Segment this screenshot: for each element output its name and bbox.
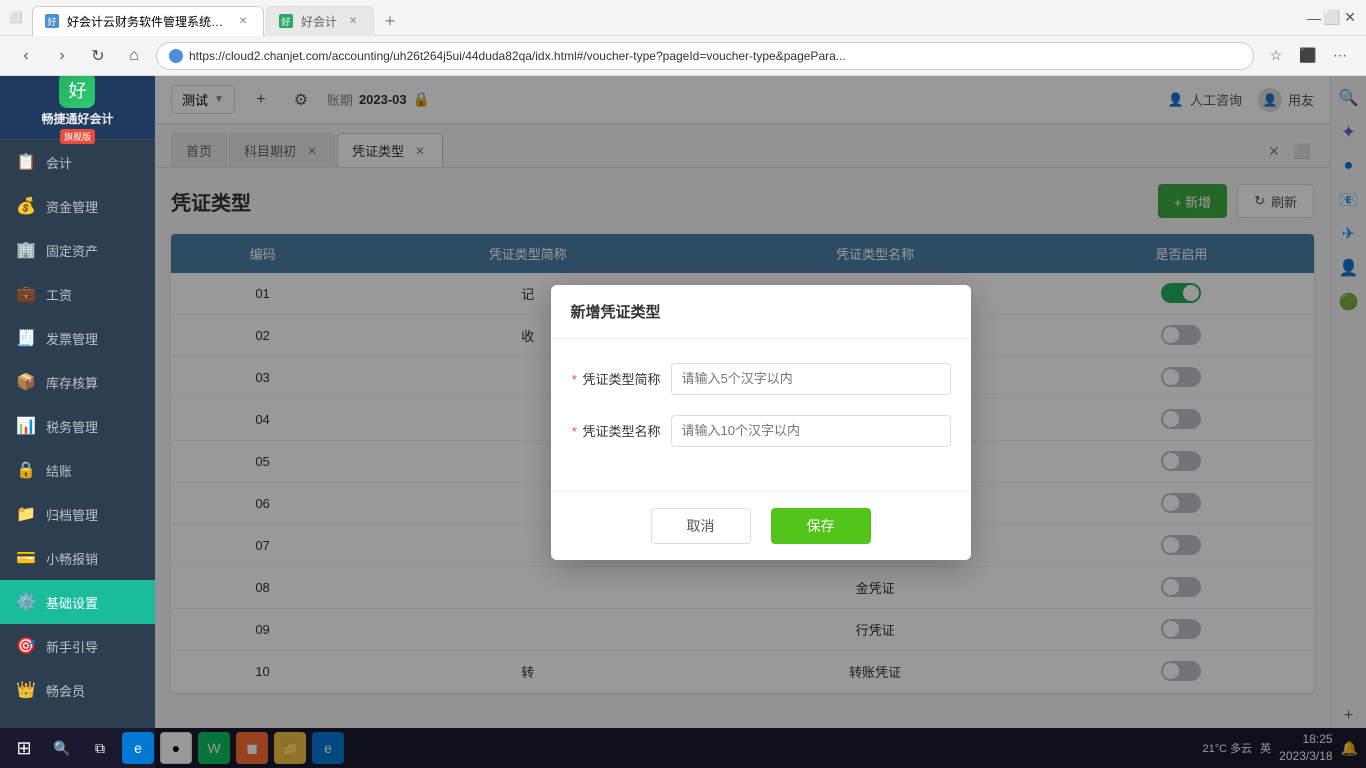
sidebar-item-accounting-label: 会计	[46, 153, 72, 172]
sidebar: 好 畅捷通好会计 旗舰版 📋 会计 💰 资金管理 🏢 固定资产 💼 工资	[0, 76, 155, 768]
address-bar-actions: ☆ ⬛ ⋯	[1262, 42, 1354, 70]
window-controls: — ⬜ ✕	[1306, 10, 1358, 26]
modal-title: 新增凭证类型	[571, 304, 661, 321]
url-text: https://cloud2.chanjet.com/accounting/uh…	[189, 49, 846, 63]
sidebar-item-member-label: 畅会员	[46, 681, 85, 700]
home-nav-button[interactable]: ⌂	[120, 42, 148, 70]
start-button[interactable]: ⊞	[8, 732, 40, 764]
sidebar-item-tax-label: 税务管理	[46, 417, 98, 436]
search-taskbar-btn[interactable]: 🔍	[46, 732, 78, 764]
sidebar-item-expense[interactable]: 💳 小畅报销	[0, 536, 155, 580]
extensions-btn[interactable]: ⬛	[1294, 42, 1322, 70]
sidebar-item-archive-label: 归档管理	[46, 505, 98, 524]
tax-icon: 📊	[16, 416, 36, 436]
archive-icon: 📁	[16, 504, 36, 524]
sidebar-item-fixed-assets-label: 固定资产	[46, 241, 98, 260]
sidebar-item-tax[interactable]: 📊 税务管理	[0, 404, 155, 448]
sidebar-logo: 好 畅捷通好会计 旗舰版	[0, 76, 155, 140]
tab2-close[interactable]: ✕	[345, 13, 361, 29]
tab2-favicon: 好	[279, 14, 293, 28]
invoice-icon: 🧾	[16, 328, 36, 348]
browser-tab-1[interactable]: 好 好会计云财务软件管理系统_会计 ✕	[32, 6, 264, 36]
sidebar-item-funds[interactable]: 💰 资金管理	[0, 184, 155, 228]
form-row-short: * 凭证类型简称	[571, 363, 951, 395]
sidebar-item-settings[interactable]: ⚙️ 基础设置	[0, 580, 155, 624]
sidebar-item-guide-label: 新手引导	[46, 637, 98, 656]
form-label-short: * 凭证类型简称	[571, 369, 661, 388]
sidebar-item-member[interactable]: 👑 畅会员	[0, 668, 155, 712]
modal-body: * 凭证类型简称 * 凭证类型名称	[551, 339, 971, 491]
modal-header: 新增凭证类型	[551, 285, 971, 339]
browser-tab-2[interactable]: 好 好会计 ✕	[266, 6, 374, 36]
browser-controls: ⬜	[8, 10, 24, 26]
sidebar-item-expense-label: 小畅报销	[46, 549, 98, 568]
sidebar-item-guide[interactable]: 🎯 新手引导	[0, 624, 155, 668]
modal-footer: 取消 保存	[551, 491, 971, 560]
form-input-name[interactable]	[671, 415, 951, 447]
sidebar-item-payroll-label: 工资	[46, 285, 72, 304]
expense-icon: 💳	[16, 548, 36, 568]
window-minimize[interactable]: —	[1306, 10, 1322, 26]
sidebar-item-archive[interactable]: 📁 归档管理	[0, 492, 155, 536]
window-close[interactable]: ✕	[1342, 10, 1358, 26]
window-restore[interactable]: ⬜	[1324, 10, 1340, 26]
tab1-favicon: 好	[45, 14, 59, 28]
sidebar-item-payroll[interactable]: 💼 工资	[0, 272, 155, 316]
modal-dialog: 新增凭证类型 * 凭证类型简称 * 凭证类型名称 取消 保存	[551, 285, 971, 560]
tab2-label: 好会计	[301, 13, 337, 30]
browser-titlebar: ⬜ 好 好会计云财务软件管理系统_会计 ✕ 好 好会计 ✕ + — ⬜ ✕	[0, 0, 1366, 36]
back-button[interactable]: ‹	[12, 42, 40, 70]
sidebar-item-accounting[interactable]: 📋 会计	[0, 140, 155, 184]
required-icon-name: *	[572, 424, 577, 439]
form-input-short[interactable]	[671, 363, 951, 395]
taskbar-edge[interactable]: e	[122, 732, 154, 764]
new-tab-button[interactable]: +	[376, 8, 404, 36]
minimize-button[interactable]: ⬜	[8, 10, 24, 26]
required-icon-short: *	[572, 372, 577, 387]
refresh-nav-button[interactable]: ↻	[84, 42, 112, 70]
sidebar-item-inventory[interactable]: 📦 库存核算	[0, 360, 155, 404]
sidebar-item-invoice-label: 发票管理	[46, 329, 98, 348]
logo-box: 好 畅捷通好会计 旗舰版	[41, 76, 113, 144]
inventory-icon: 📦	[16, 372, 36, 392]
bookmark-btn[interactable]: ☆	[1262, 42, 1290, 70]
tab1-close[interactable]: ✕	[235, 13, 251, 29]
save-button[interactable]: 保存	[771, 508, 871, 544]
sidebar-item-funds-label: 资金管理	[46, 197, 98, 216]
logo-text: 畅捷通好会计	[41, 110, 113, 127]
more-btn[interactable]: ⋯	[1326, 42, 1354, 70]
address-bar: ‹ › ↻ ⌂ https://cloud2.chanjet.com/accou…	[0, 36, 1366, 76]
sidebar-item-settings-label: 基础设置	[46, 593, 98, 612]
sidebar-item-inventory-label: 库存核算	[46, 373, 98, 392]
guide-icon: 🎯	[16, 636, 36, 656]
ssl-icon	[169, 49, 183, 63]
sidebar-item-fixed-assets[interactable]: 🏢 固定资产	[0, 228, 155, 272]
url-bar[interactable]: https://cloud2.chanjet.com/accounting/uh…	[156, 42, 1254, 70]
tab-bar: 好 好会计云财务软件管理系统_会计 ✕ 好 好会计 ✕ +	[32, 0, 1298, 36]
sidebar-scroll: 📋 会计 💰 资金管理 🏢 固定资产 💼 工资 🧾 发票管理 📦 库存核	[0, 140, 155, 732]
task-view-btn[interactable]: ⧉	[84, 732, 116, 764]
accounting-icon: 📋	[16, 152, 36, 172]
closing-icon: 🔒	[16, 460, 36, 480]
tab1-label: 好会计云财务软件管理系统_会计	[67, 13, 227, 30]
modal-overlay: 新增凭证类型 * 凭证类型简称 * 凭证类型名称 取消 保存	[155, 76, 1366, 768]
form-row-name: * 凭证类型名称	[571, 415, 951, 447]
sidebar-item-invoice[interactable]: 🧾 发票管理	[0, 316, 155, 360]
member-icon: 👑	[16, 680, 36, 700]
payroll-icon: 💼	[16, 284, 36, 304]
fixed-assets-icon: 🏢	[16, 240, 36, 260]
logo-icon: 好	[59, 76, 95, 108]
sidebar-item-closing-label: 结账	[46, 461, 72, 480]
sidebar-item-closing[interactable]: 🔒 结账	[0, 448, 155, 492]
forward-button[interactable]: ›	[48, 42, 76, 70]
funds-icon: 💰	[16, 196, 36, 216]
cancel-button[interactable]: 取消	[651, 508, 751, 544]
form-label-name: * 凭证类型名称	[571, 421, 661, 440]
settings-icon: ⚙️	[16, 592, 36, 612]
